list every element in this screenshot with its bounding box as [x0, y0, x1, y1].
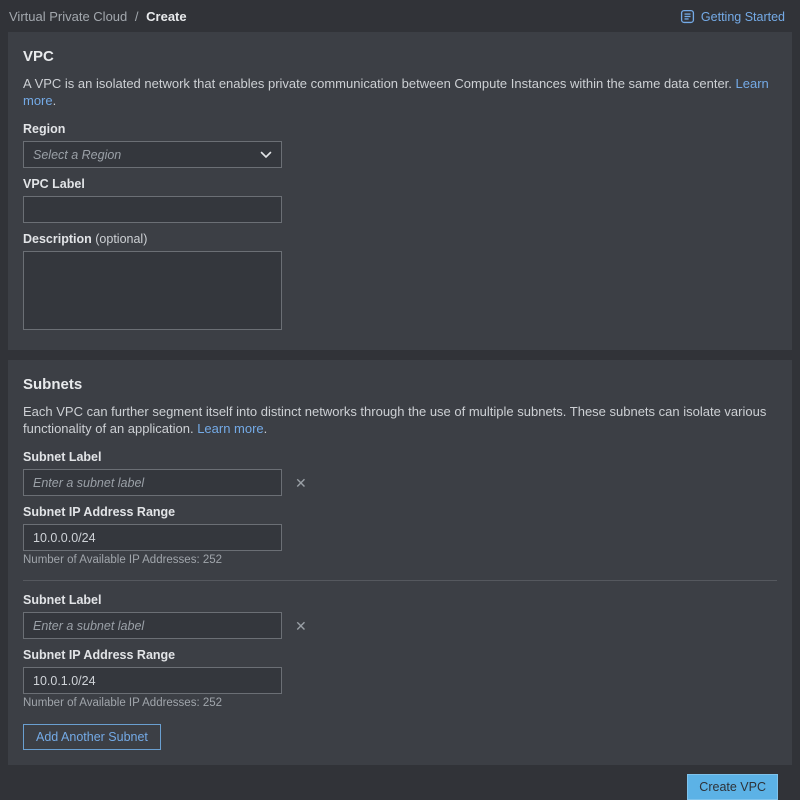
description-label: Description (optional) — [23, 232, 777, 246]
subnets-learn-more-period: . — [263, 421, 268, 436]
available-ips-helper-1: Number of Available IP Addresses: 252 — [23, 697, 223, 709]
breadcrumb: Virtual Private Cloud / Create — [9, 9, 187, 24]
breadcrumb-separator: / — [134, 9, 139, 24]
subnet-block-1: Subnet Label ✕ Subnet IP Address Range N… — [23, 593, 777, 709]
remove-subnet-icon-1[interactable]: ✕ — [295, 619, 307, 633]
vpc-section-description: A VPC is an isolated network that enable… — [23, 75, 777, 109]
description-label-text: Description — [23, 232, 92, 246]
docs-icon — [680, 9, 695, 24]
subnets-section-title: Subnets — [23, 376, 83, 393]
create-vpc-page: VPC A VPC is an isolated network that en… — [0, 32, 800, 800]
subnet-block-0: Subnet Label ✕ Subnet IP Address Range N… — [23, 450, 777, 566]
subnets-card: Subnets Each VPC can further segment its… — [8, 360, 792, 765]
vpc-card: VPC A VPC is an isolated network that en… — [8, 32, 792, 350]
subnet-divider — [23, 580, 777, 581]
subnet-ip-label: Subnet IP Address Range — [23, 648, 176, 662]
region-select-placeholder: Select a Region — [33, 147, 122, 162]
subnet-label-input-0[interactable] — [23, 469, 282, 496]
description-optional-text: (optional) — [95, 232, 148, 246]
form-footer: Create VPC — [8, 765, 792, 800]
subnet-ip-input-0[interactable] — [23, 524, 282, 551]
add-another-subnet-button[interactable]: Add Another Subnet — [23, 724, 161, 750]
subnet-label-input-1[interactable] — [23, 612, 282, 639]
region-label: Region — [23, 122, 66, 136]
subnet-ip-label: Subnet IP Address Range — [23, 505, 176, 519]
subnets-section-description: Each VPC can further segment itself into… — [23, 403, 777, 437]
getting-started-link[interactable]: Getting Started — [680, 9, 785, 24]
subnet-label-label: Subnet Label — [23, 593, 102, 607]
remove-subnet-icon-0[interactable]: ✕ — [295, 476, 307, 490]
vpc-label-input[interactable] — [23, 196, 282, 223]
getting-started-label: Getting Started — [700, 9, 785, 24]
subnets-learn-more-link[interactable]: Learn more — [197, 421, 263, 436]
vpc-section-title: VPC — [23, 48, 54, 65]
subnets-description-text: Each VPC can further segment itself into… — [23, 404, 767, 436]
vpc-description-text: A VPC is an isolated network that enable… — [23, 76, 732, 91]
available-ips-helper-0: Number of Available IP Addresses: 252 — [23, 554, 223, 566]
create-vpc-button[interactable]: Create VPC — [687, 774, 778, 800]
chevron-down-icon — [260, 151, 272, 159]
region-select[interactable]: Select a Region — [23, 141, 282, 168]
subnet-label-label: Subnet Label — [23, 450, 102, 464]
top-bar: Virtual Private Cloud / Create Getting S… — [0, 0, 800, 32]
breadcrumb-section-link[interactable]: Virtual Private Cloud — [9, 9, 127, 24]
vpc-label-label: VPC Label — [23, 177, 85, 191]
description-textarea[interactable] — [23, 251, 282, 330]
breadcrumb-current: Create — [146, 9, 187, 24]
subnet-ip-input-1[interactable] — [23, 667, 282, 694]
vpc-learn-more-period: . — [52, 93, 57, 108]
